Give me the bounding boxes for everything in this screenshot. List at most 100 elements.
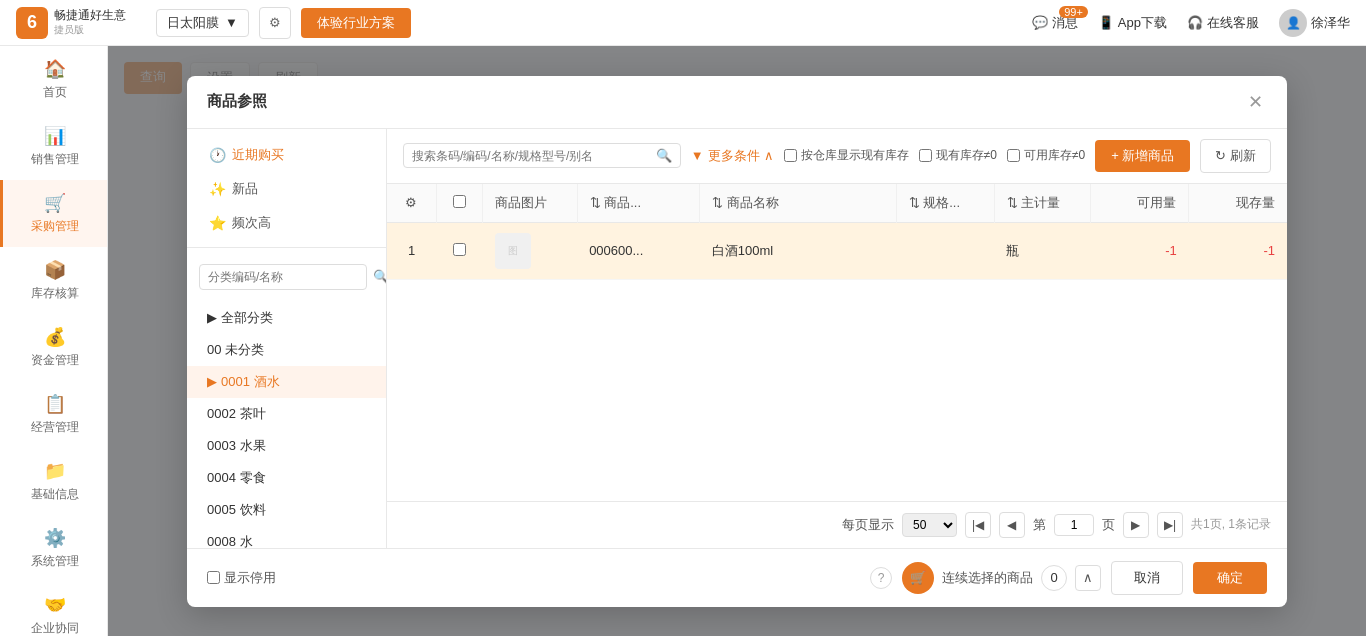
- category-search-box: 🔍: [187, 256, 386, 298]
- tab-high-frequency[interactable]: ⭐ 频次高: [199, 207, 374, 239]
- tab-freq-label: 频次高: [232, 214, 271, 232]
- row-check: [436, 222, 483, 279]
- category-search-button[interactable]: 🔍: [373, 264, 387, 290]
- check-all[interactable]: [453, 195, 466, 208]
- show-disabled-checkbox[interactable]: 显示停用: [207, 569, 276, 587]
- category-0003[interactable]: 0003 水果: [187, 430, 386, 462]
- category-0008-label: 0008 水: [207, 533, 253, 548]
- category-all[interactable]: ▶ 全部分类: [187, 302, 386, 334]
- checkbox-warehouse-input[interactable]: [784, 149, 797, 162]
- modal-overlay: 商品参照 ✕ 🕐 近期购买 ✨ 新: [108, 46, 1366, 636]
- filter-button[interactable]: ▼ 更多条件 ∧: [691, 147, 774, 165]
- category-0004-label: 0004 零食: [207, 469, 266, 487]
- table-row[interactable]: 1 图 000600... 白酒100ml: [387, 222, 1287, 279]
- navbar: 6 畅捷通好生意 捷员版 日太阳膜 ▼ ⚙ 体验行业方案 💬 消息 99+ 📱 …: [0, 0, 1366, 46]
- page-label2: 页: [1102, 516, 1115, 534]
- sidebar-item-finance[interactable]: 💰 资金管理: [0, 314, 107, 381]
- right-panel: 🔍 ▼ 更多条件 ∧ 按仓库显示现有库存: [387, 129, 1287, 548]
- product-reference-modal: 商品参照 ✕ 🕐 近期购买 ✨ 新: [187, 76, 1287, 607]
- category-0001[interactable]: ▶ 0001 酒水: [187, 366, 386, 398]
- category-0002-label: 0002 茶叶: [207, 405, 266, 423]
- category-0004[interactable]: 0004 零食: [187, 462, 386, 494]
- basic-icon: 📁: [44, 460, 66, 482]
- per-page-select[interactable]: 10 20 50 100: [902, 513, 957, 537]
- confirm-button[interactable]: 确定: [1193, 562, 1267, 594]
- modal-body: 🕐 近期购买 ✨ 新品 ⭐ 频次高: [187, 129, 1287, 548]
- service-btn[interactable]: 🎧 在线客服: [1187, 14, 1259, 32]
- cancel-button[interactable]: 取消: [1111, 561, 1183, 595]
- filter-collapse-icon: ∧: [764, 148, 774, 163]
- category-0005-label: 0005 饮料: [207, 501, 266, 519]
- headset-icon: 🎧: [1187, 15, 1203, 30]
- right-toolbar: 🔍 ▼ 更多条件 ∧ 按仓库显示现有库存: [387, 129, 1287, 184]
- show-disabled-label: 显示停用: [224, 569, 276, 587]
- tab-new-products[interactable]: ✨ 新品: [199, 173, 374, 205]
- collab-icon: 🤝: [44, 594, 66, 616]
- category-00[interactable]: 00 未分类: [187, 334, 386, 366]
- sidebar-item-purchase[interactable]: 🛒 采购管理: [0, 180, 107, 247]
- home-icon: 🏠: [44, 58, 66, 80]
- tab-recent-purchase[interactable]: 🕐 近期购买: [199, 139, 374, 171]
- close-button[interactable]: ✕: [1243, 90, 1267, 114]
- footer-right: ? 🛒 连续选择的商品 0 ∧ 取消 确定: [870, 561, 1267, 595]
- content-area: 查询 设置 刷新 商品参照 ✕ 🕐: [108, 46, 1366, 636]
- tab-recent-label: 近期购买: [232, 146, 284, 164]
- category-00-label: 00 未分类: [207, 341, 264, 359]
- help-button[interactable]: ?: [870, 567, 892, 589]
- category-all-label: 全部分类: [221, 309, 273, 327]
- checkbox-stock-input[interactable]: [919, 149, 932, 162]
- left-panel: 🕐 近期购买 ✨ 新品 ⭐ 频次高: [187, 129, 387, 548]
- app-download-btn[interactable]: 📱 App下载: [1098, 14, 1167, 32]
- branch-selector[interactable]: 日太阳膜 ▼: [156, 9, 249, 37]
- cart-label: 连续选择的商品: [942, 569, 1033, 587]
- sidebar-item-basic[interactable]: 📁 基础信息: [0, 448, 107, 515]
- user-menu[interactable]: 👤 徐泽华: [1279, 9, 1350, 37]
- checkbox-by-warehouse[interactable]: 按仓库显示现有库存: [784, 147, 909, 164]
- page-next-button[interactable]: ▶: [1123, 512, 1149, 538]
- arrow-icon: ▶: [207, 310, 217, 325]
- product-image: 图: [495, 233, 531, 269]
- checkbox-avail-input[interactable]: [1007, 149, 1020, 162]
- sidebar-label-finance: 资金管理: [31, 352, 79, 369]
- page-total-info: 共1页, 1条记录: [1191, 516, 1271, 533]
- sidebar-item-management[interactable]: 📋 经营管理: [0, 381, 107, 448]
- sidebar-item-inventory[interactable]: 📦 库存核算: [0, 247, 107, 314]
- category-0002[interactable]: 0002 茶叶: [187, 398, 386, 430]
- sort-icon: ⇅: [590, 195, 601, 210]
- page-input[interactable]: [1054, 514, 1094, 536]
- page-first-button[interactable]: |◀: [965, 512, 991, 538]
- settings-icon[interactable]: ⚙: [259, 7, 291, 39]
- page-prev-button[interactable]: ◀: [999, 512, 1025, 538]
- add-product-button[interactable]: + 新增商品: [1095, 140, 1190, 172]
- sidebar-item-collab[interactable]: 🤝 企业协同: [0, 582, 107, 636]
- page-last-button[interactable]: ▶|: [1157, 512, 1183, 538]
- category-list: ▶ 全部分类 00 未分类 ▶ 0001 酒水 0002 茶: [187, 298, 386, 548]
- sidebar-item-home[interactable]: 🏠 首页: [0, 46, 107, 113]
- th-check: [436, 184, 483, 223]
- category-0005[interactable]: 0005 饮料: [187, 494, 386, 526]
- active-arrow-icon: ▶: [207, 374, 217, 389]
- product-search-input[interactable]: [412, 149, 650, 163]
- left-tabs: 🕐 近期购买 ✨ 新品 ⭐ 频次高: [187, 129, 386, 239]
- product-table-container: ⚙ 商品图片 ⇅ 商品... ⇅ 商品名称: [387, 184, 1287, 501]
- sidebar-label-management: 经营管理: [31, 419, 79, 436]
- row-checkbox[interactable]: [453, 243, 466, 256]
- sales-icon: 📊: [44, 125, 66, 147]
- main-layout: 🏠 首页 📊 销售管理 🛒 采购管理 📦 库存核算 💰 资金管理 📋 经营管理 …: [0, 46, 1366, 636]
- collapse-cart-button[interactable]: ∧: [1075, 565, 1101, 591]
- sidebar-label-purchase: 采购管理: [31, 218, 79, 235]
- category-search-input[interactable]: [199, 264, 367, 290]
- trial-button[interactable]: 体验行业方案: [301, 8, 411, 38]
- star-icon: ⭐: [209, 215, 226, 231]
- checkbox-warehouse-label: 按仓库显示现有库存: [801, 147, 909, 164]
- sidebar-label-inventory: 库存核算: [31, 285, 79, 302]
- category-0008[interactable]: 0008 水: [187, 526, 386, 548]
- show-disabled-input[interactable]: [207, 571, 220, 584]
- message-btn[interactable]: 💬 消息 99+: [1032, 14, 1078, 32]
- checkbox-avail-nonzero[interactable]: 可用库存≠0: [1007, 147, 1085, 164]
- checkbox-stock-nonzero[interactable]: 现有库存≠0: [919, 147, 997, 164]
- sidebar-item-sales[interactable]: 📊 销售管理: [0, 113, 107, 180]
- sidebar-item-system[interactable]: ⚙️ 系统管理: [0, 515, 107, 582]
- username: 徐泽华: [1311, 14, 1350, 32]
- refresh-button[interactable]: ↻ 刷新: [1200, 139, 1271, 173]
